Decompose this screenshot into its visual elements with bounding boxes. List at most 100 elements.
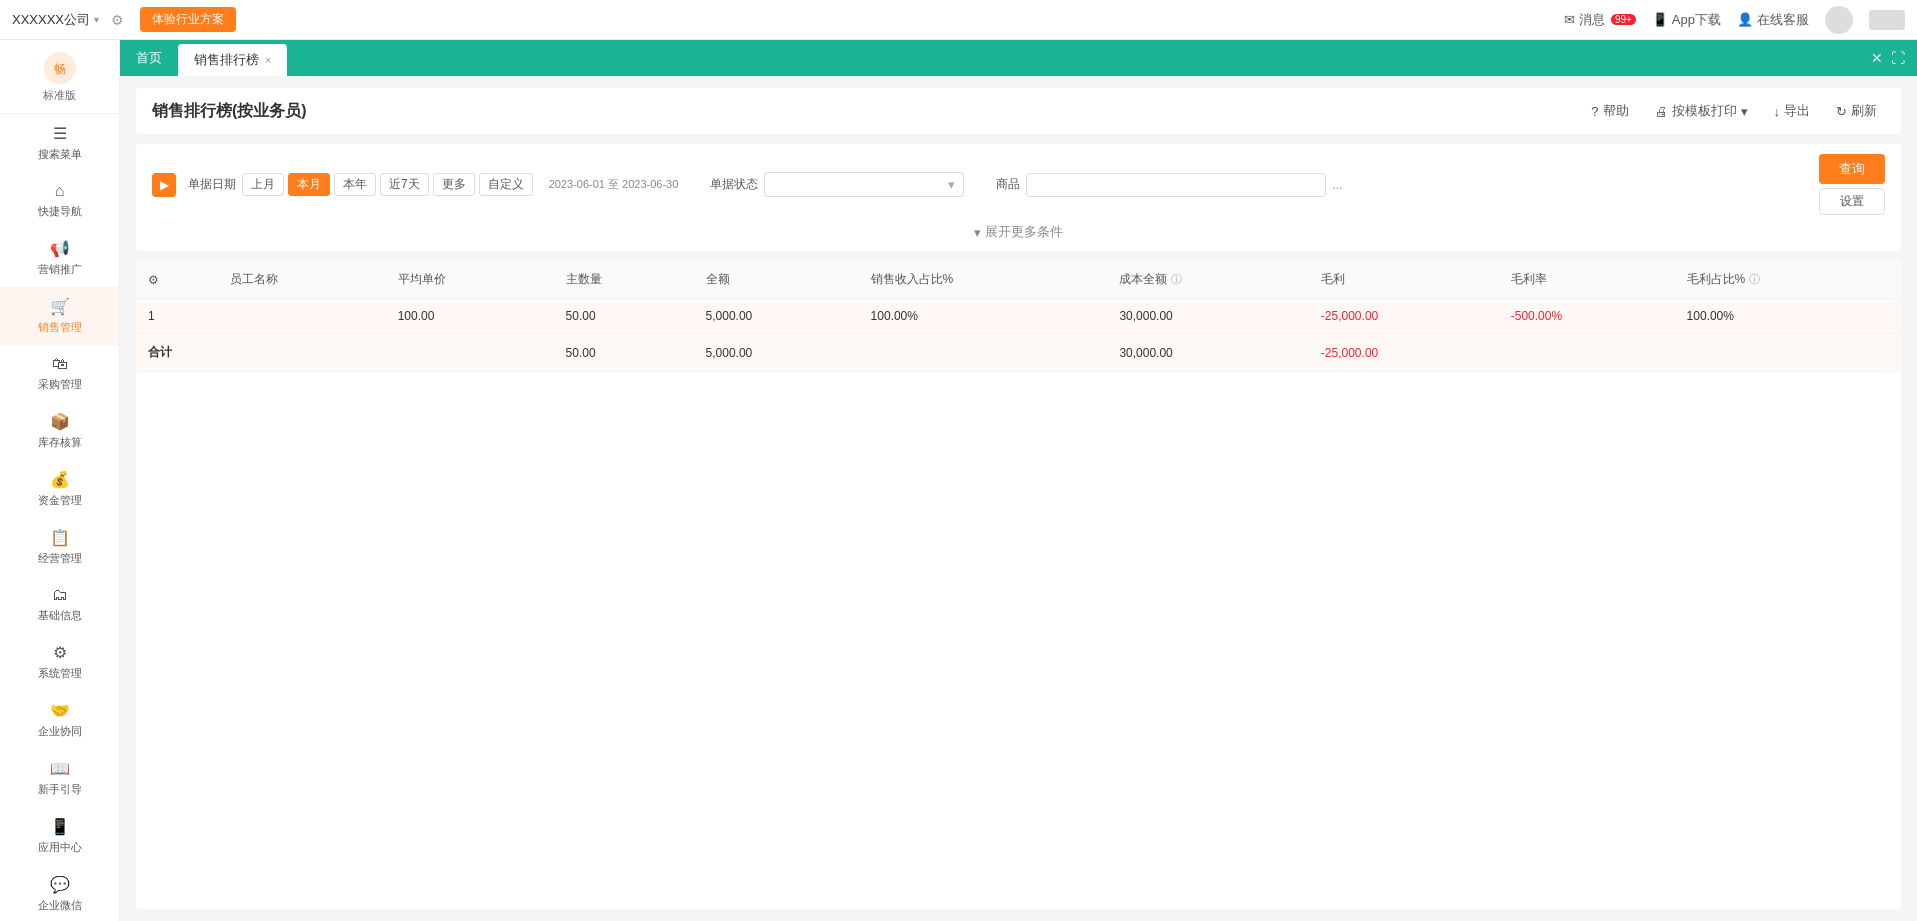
th-grossProfit: 毛利 <box>1309 261 1499 299</box>
filter-collapse-btn[interactable]: ▶ <box>152 173 176 197</box>
tab-maximize-icon[interactable]: ⛶ <box>1891 50 1905 66</box>
tab-close-icon[interactable]: × <box>265 54 271 66</box>
date-btn-自定义[interactable]: 自定义 <box>479 173 533 196</box>
sidebar-item-system[interactable]: ⚙ 系统管理 <box>0 633 119 691</box>
status-label: 单据状态 <box>710 176 758 193</box>
filter-row: ▶ 单据日期 上月本月本年近7天更多自定义 2023-06-01 至 2023-… <box>152 154 1885 215</box>
sidebar-label-wechat: 企业微信 <box>38 898 82 913</box>
user-name-placeholder[interactable] <box>1869 10 1905 30</box>
footer-gross-profit: -25,000.00 <box>1309 334 1499 372</box>
avatar[interactable] <box>1825 6 1853 34</box>
footer-gross-pct <box>1675 334 1901 372</box>
main-layout: 畅 标准版 ☰ 搜索菜单 ⌂ 快捷导航 📢 营销推广 🛒 销售管理 🛍 采购管理… <box>0 40 1917 921</box>
td-grossMargin: -500.00% <box>1499 299 1675 334</box>
export-button[interactable]: ↓ 导出 <box>1766 98 1819 124</box>
filter-area: ▶ 单据日期 上月本月本年近7天更多自定义 2023-06-01 至 2023-… <box>136 144 1901 251</box>
page-title: 销售排行榜(按业务员) <box>152 101 307 122</box>
chevron-down-icon: ▾ <box>94 14 99 25</box>
content-area: 首页 销售排行榜 × ✕ ⛶ 销售排行榜(按业务员) ? 帮助 <box>120 40 1917 921</box>
td-costAmount: 30,000.00 <box>1107 299 1308 334</box>
shortcut-icon: ⌂ <box>55 182 65 200</box>
filter-collapse-icon: ▶ <box>160 178 169 192</box>
status-select[interactable]: ▾ <box>764 172 964 197</box>
gross-pct-hint-icon[interactable]: ⓘ <box>1749 273 1760 285</box>
trial-button[interactable]: 体验行业方案 <box>140 7 236 32</box>
sidebar-label-basic: 基础信息 <box>38 608 82 623</box>
sidebar-item-sales[interactable]: 🛒 销售管理 <box>0 287 119 345</box>
print-button[interactable]: 🖨 按模板打印 ▾ <box>1647 98 1756 124</box>
company-selector[interactable]: XXXXXX公司 ▾ <box>12 11 99 29</box>
page-header: 销售排行榜(按业务员) ? 帮助 🖨 按模板打印 ▾ ↓ 导出 <box>136 88 1901 134</box>
goods-more-icon[interactable]: ... <box>1332 178 1342 192</box>
td-avgPrice: 100.00 <box>386 299 554 334</box>
search-icon: ☰ <box>53 124 67 143</box>
company-name: XXXXXX公司 <box>12 11 90 29</box>
date-filter: 单据日期 上月本月本年近7天更多自定义 <box>188 173 533 196</box>
footer-qty: 50.00 <box>554 334 694 372</box>
date-btn-本年[interactable]: 本年 <box>334 173 376 196</box>
sidebar-item-marketing[interactable]: 📢 营销推广 <box>0 229 119 287</box>
expand-conditions-button[interactable]: ▾ 展开更多条件 <box>974 223 1063 241</box>
tab-close-window-icon[interactable]: ✕ <box>1871 50 1883 66</box>
sidebar-item-operations[interactable]: 📋 经营管理 <box>0 518 119 576</box>
sidebar-label-sales: 销售管理 <box>38 320 82 335</box>
date-btn-上月[interactable]: 上月 <box>242 173 284 196</box>
goods-input[interactable] <box>1026 173 1326 197</box>
help-button[interactable]: ? 帮助 <box>1583 98 1636 124</box>
th-name: 员工名称 <box>218 261 386 299</box>
tab-home[interactable]: 首页 <box>120 40 178 76</box>
sidebar-item-purchase[interactable]: 🛍 采购管理 <box>0 345 119 402</box>
cost-hint-icon[interactable]: ⓘ <box>1171 273 1182 285</box>
chevron-down-icon: ▾ <box>974 225 981 240</box>
th-qty: 主数量 <box>554 261 694 299</box>
tab-actions: ✕ ⛶ <box>1871 50 1917 66</box>
th-avgPrice: 平均单价 <box>386 261 554 299</box>
sidebar-label-guide: 新手引导 <box>38 782 82 797</box>
sidebar-item-wechat[interactable]: 💬 企业微信 <box>0 865 119 921</box>
sidebar-item-finance[interactable]: 💰 资金管理 <box>0 460 119 518</box>
expand-label: 展开更多条件 <box>985 223 1063 241</box>
footer-sales-pct <box>859 334 1108 372</box>
th-grossPct: 毛利占比% ⓘ <box>1675 261 1901 299</box>
tab-home-label: 首页 <box>136 49 162 67</box>
data-table: ⚙员工名称平均单价主数量全额销售收入占比%成本全额 ⓘ毛利毛利率毛利占比% ⓘ … <box>136 261 1901 372</box>
sidebar-item-guide[interactable]: 📖 新手引导 <box>0 749 119 807</box>
settings-icon[interactable]: ⚙ <box>111 12 124 28</box>
footer-gross-margin <box>1499 334 1675 372</box>
help-label: 帮助 <box>1603 102 1629 120</box>
expand-row: ▾ 展开更多条件 <box>152 223 1885 241</box>
service-icon: 👤 <box>1737 12 1753 27</box>
date-btn-本月[interactable]: 本月 <box>288 173 330 196</box>
sidebar-item-shortcut[interactable]: ⌂ 快捷导航 <box>0 172 119 229</box>
date-label: 单据日期 <box>188 176 236 193</box>
sidebar-item-inventory[interactable]: 📦 库存核算 <box>0 402 119 460</box>
marketing-icon: 📢 <box>50 239 70 258</box>
date-btn-近7天[interactable]: 近7天 <box>380 173 429 196</box>
table-header: ⚙员工名称平均单价主数量全额销售收入占比%成本全额 ⓘ毛利毛利率毛利占比% ⓘ <box>136 261 1901 299</box>
logo-icon: 畅 <box>42 50 78 86</box>
online-service-btn[interactable]: 👤 在线客服 <box>1737 11 1809 29</box>
refresh-button[interactable]: ↻ 刷新 <box>1828 98 1885 124</box>
svg-text:畅: 畅 <box>54 62 66 75</box>
top-bar: XXXXXX公司 ▾ ⚙ 体验行业方案 ✉ 消息 99+ 📱 App下载 👤 在… <box>0 0 1917 40</box>
td-grossPct: 100.00% <box>1675 299 1901 334</box>
sidebar-label-search: 搜索菜单 <box>38 147 82 162</box>
sidebar-item-enterprise[interactable]: 🤝 企业协同 <box>0 691 119 749</box>
sidebar-item-search[interactable]: ☰ 搜索菜单 <box>0 114 119 172</box>
inventory-icon: 📦 <box>50 412 70 431</box>
sidebar-label-enterprise: 企业协同 <box>38 724 82 739</box>
message-badge: 99+ <box>1611 14 1636 25</box>
th-salesPct: 销售收入占比% <box>859 261 1108 299</box>
sidebar-label-system: 系统管理 <box>38 666 82 681</box>
tab-sales-ranking[interactable]: 销售排行榜 × <box>178 44 287 76</box>
query-button[interactable]: 查询 <box>1819 154 1885 184</box>
column-settings-button[interactable]: 设置 <box>1819 188 1885 215</box>
app-download-btn[interactable]: 📱 App下载 <box>1652 11 1721 29</box>
td-name <box>218 299 386 334</box>
message-btn[interactable]: ✉ 消息 99+ <box>1564 11 1636 29</box>
date-btn-更多[interactable]: 更多 <box>433 173 475 196</box>
help-icon: ? <box>1591 104 1598 119</box>
sidebar-item-apps[interactable]: 📱 应用中心 <box>0 807 119 865</box>
tab-bar: 首页 销售排行榜 × ✕ ⛶ <box>120 40 1917 76</box>
sidebar-item-basic[interactable]: 🗂 基础信息 <box>0 576 119 633</box>
